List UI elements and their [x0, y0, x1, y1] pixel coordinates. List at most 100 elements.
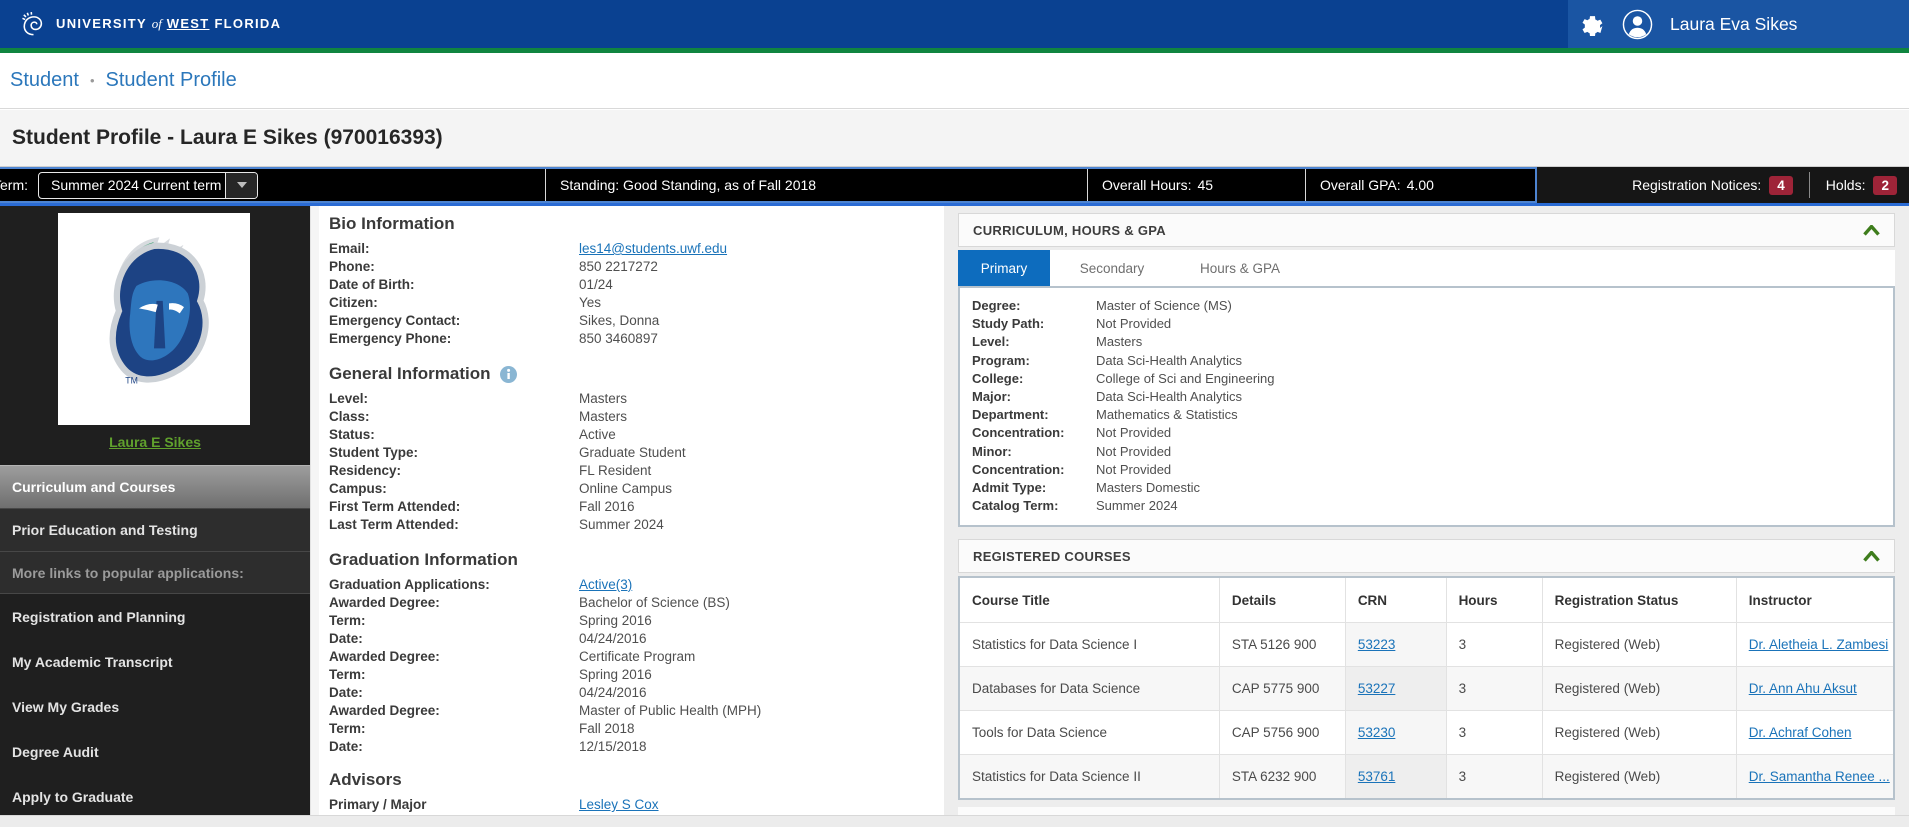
- chevron-down-icon: [236, 182, 247, 188]
- horizontal-scrollbar-track[interactable]: [0, 815, 1909, 827]
- sidebar-menu: Curriculum and Courses Prior Education a…: [0, 465, 310, 819]
- holds-label: Holds:: [1825, 177, 1866, 193]
- advisors-heading: Advisors: [329, 770, 402, 789]
- registration-notices-badge[interactable]: 4: [1769, 175, 1793, 195]
- uwf-logo[interactable]: UNIVERSITY of WEST FLORIDA: [0, 11, 281, 38]
- info-row: First Term Attended: Fall 2016: [329, 499, 635, 514]
- info-row: Term: Spring 2016: [329, 613, 652, 628]
- info-row: Date: 04/24/2016: [329, 631, 647, 646]
- notices-holds-section: Registration Notices: 4 Holds: 2: [1537, 167, 1909, 203]
- table-row: Databases for Data Science CAP 5775 900 …: [960, 665, 1893, 711]
- overall-hours-value: 45: [1197, 177, 1214, 193]
- curriculum-collapse-button[interactable]: [1863, 224, 1880, 236]
- info-row: Email: les14@students.uwf.edu: [329, 240, 728, 258]
- column-header-instructor[interactable]: Instructor: [1736, 578, 1893, 622]
- registered-courses-panel-title: REGISTERED COURSES: [973, 548, 1131, 564]
- breadcrumb-student-profile-link[interactable]: Student Profile: [106, 69, 237, 92]
- table-header-row: Course Title Details CRN Hours Registrat…: [960, 578, 1893, 623]
- overall-gpa-value: 4.00: [1406, 177, 1434, 193]
- registered-courses-table-box: Course Title Details CRN Hours Registrat…: [958, 576, 1895, 801]
- instructor-link[interactable]: Dr. Aletheia L. Zambesi: [1749, 637, 1889, 652]
- overall-gpa: Overall GPA: 4.00: [1305, 169, 1535, 201]
- info-row: Primary / Major Lesley S Cox: [329, 796, 659, 814]
- tab-secondary[interactable]: Secondary: [1050, 250, 1174, 286]
- crn-link[interactable]: 53230: [1358, 725, 1396, 740]
- registration-notices-label: Registration Notices:: [1632, 177, 1762, 193]
- tab-primary[interactable]: Primary: [958, 250, 1050, 286]
- breadcrumb-student-link[interactable]: Student: [10, 69, 79, 92]
- curriculum-tabs: Primary Secondary Hours & GPA: [958, 250, 1895, 286]
- info-row: Status: Active: [329, 427, 616, 442]
- crn-link[interactable]: 53227: [1358, 681, 1396, 696]
- info-row: Residency: FL Resident: [329, 463, 652, 478]
- info-row: Citizen: Yes: [329, 295, 602, 310]
- sidebar-item-more-links-header: More links to popular applications:: [0, 551, 310, 594]
- registered-courses-table: Course Title Details CRN Hours Registrat…: [960, 578, 1893, 799]
- info-row: Term: Fall 2018: [329, 721, 635, 736]
- curriculum-panel-header: CURRICULUM, HOURS & GPA: [958, 213, 1895, 247]
- sidebar-item-prior-education-and-testing[interactable]: Prior Education and Testing: [0, 508, 310, 551]
- chevron-up-icon: [1863, 550, 1880, 562]
- graduation-information-heading: Graduation Information: [329, 550, 518, 569]
- column-header-course-title[interactable]: Course Title: [960, 578, 1220, 623]
- info-row: Awarded Degree: Certificate Program: [329, 649, 696, 664]
- table-row: Statistics for Data Science II STA 6232 …: [960, 753, 1893, 799]
- student-photo: TM: [58, 213, 250, 425]
- curriculum-panel-title: CURRICULUM, HOURS & GPA: [973, 222, 1166, 238]
- column-header-crn[interactable]: CRN: [1345, 578, 1447, 623]
- overall-hours-label: Overall Hours:: [1102, 177, 1192, 193]
- info-row: Date: 12/15/2018: [329, 739, 647, 754]
- info-icon[interactable]: [499, 365, 517, 383]
- graduation-applications-link[interactable]: Active(3): [579, 576, 632, 594]
- term-label: Term:: [0, 177, 28, 193]
- sidebar-item-apply-to-graduate[interactable]: Apply to Graduate: [0, 774, 310, 819]
- email-link[interactable]: les14@students.uwf.edu: [579, 240, 727, 258]
- info-row: Emergency Contact: Sikes, Donna: [329, 313, 660, 328]
- info-row: Campus: Online Campus: [329, 481, 673, 496]
- page-title: Student Profile - Laura E Sikes (9700163…: [12, 126, 443, 149]
- holds-badge[interactable]: 2: [1873, 175, 1897, 195]
- standing-status: Standing: Good Standing, as of Fall 2018: [545, 169, 1087, 201]
- sidebar-item-my-academic-transcript[interactable]: My Academic Transcript: [0, 639, 310, 684]
- sidebar-item-view-my-grades[interactable]: View My Grades: [0, 684, 310, 729]
- instructor-link[interactable]: Dr. Achraf Cohen: [1749, 725, 1852, 740]
- user-menu[interactable]: Laura Eva Sikes: [1670, 14, 1797, 35]
- info-row: Term: Spring 2016: [329, 667, 652, 682]
- nautilus-icon: [20, 11, 47, 38]
- sidebar-item-registration-and-planning[interactable]: Registration and Planning: [0, 594, 310, 639]
- tab-hours-gpa[interactable]: Hours & GPA: [1174, 250, 1306, 286]
- table-row: Tools for Data Science CAP 5756 900 5323…: [960, 709, 1893, 755]
- breadcrumb-separator-dot: •: [89, 73, 95, 88]
- user-avatar-icon[interactable]: [1622, 9, 1653, 40]
- info-row: Graduation Applications: Active(3): [329, 576, 633, 594]
- student-name-link[interactable]: Laura E Sikes: [0, 434, 310, 450]
- column-header-registration-status[interactable]: Registration Status: [1542, 578, 1737, 623]
- instructor-link[interactable]: Dr. Samantha Renee ...: [1749, 769, 1890, 784]
- breadcrumb: Student • Student Profile: [0, 53, 1909, 109]
- settings-gear-icon[interactable]: [1580, 12, 1605, 37]
- general-information-heading: General Information: [329, 364, 944, 384]
- sidebar-item-curriculum-and-courses[interactable]: Curriculum and Courses: [0, 465, 310, 508]
- header-user-area: Laura Eva Sikes: [1568, 0, 1909, 48]
- chevron-up-icon: [1863, 224, 1880, 236]
- svg-text:TM: TM: [125, 375, 138, 385]
- column-header-hours[interactable]: Hours: [1446, 578, 1543, 623]
- instructor-link[interactable]: Dr. Ann Ahu Aksut: [1749, 681, 1857, 696]
- term-select-value: Summer 2024 Current term: [51, 177, 222, 193]
- registered-courses-collapse-button[interactable]: [1863, 550, 1880, 562]
- sidebar-scrollbar[interactable]: [310, 206, 319, 815]
- term-select-dropdown[interactable]: Summer 2024 Current term: [38, 171, 258, 199]
- crn-link[interactable]: 53761: [1358, 769, 1396, 784]
- info-row: Awarded Degree: Master of Public Health (…: [329, 703, 762, 718]
- registered-courses-panel-header: REGISTERED COURSES: [958, 539, 1895, 574]
- crn-link[interactable]: 53223: [1358, 637, 1396, 652]
- sidebar-item-degree-audit[interactable]: Degree Audit: [0, 729, 310, 774]
- app-header: UNIVERSITY of WEST FLORIDA Laura Eva Sik…: [0, 0, 1909, 48]
- info-row: Date of Birth: 01/24: [329, 277, 613, 292]
- term-select-arrow-button[interactable]: [225, 172, 257, 198]
- info-row: Last Term Attended: Summer 2024: [329, 517, 664, 532]
- primary-advisor-link[interactable]: Lesley S Cox: [579, 796, 659, 814]
- column-header-details[interactable]: Details: [1219, 578, 1346, 623]
- right-panels-column: CURRICULUM, HOURS & GPA Primary Secondar…: [944, 206, 1909, 827]
- info-row: Level: Masters: [329, 391, 628, 406]
